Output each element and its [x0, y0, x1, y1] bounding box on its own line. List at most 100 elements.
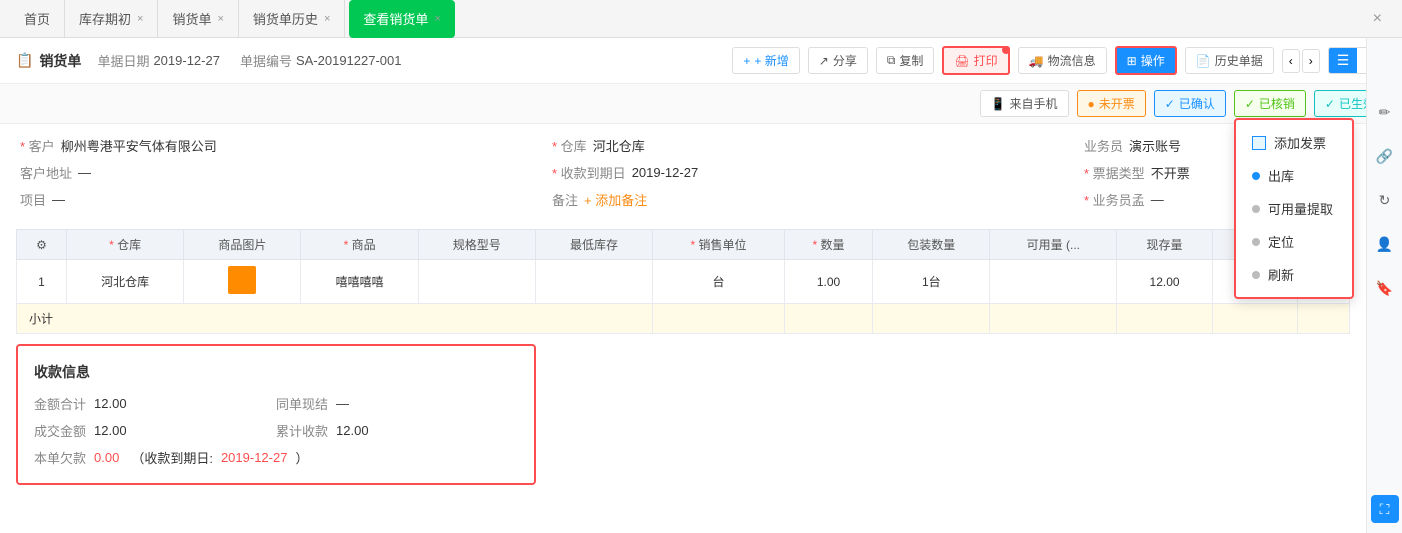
- ticket-type-value: 不开票: [1151, 163, 1190, 182]
- available-qty-item[interactable]: 可用量提取: [1236, 192, 1352, 225]
- not-open-btn[interactable]: ● 未开票: [1077, 90, 1146, 117]
- share-icon: ↗: [819, 54, 829, 68]
- from-phone-btn[interactable]: 📱 来自手机: [980, 90, 1069, 117]
- share-label: 分享: [833, 52, 857, 69]
- add-invoice-item[interactable]: 添加发票: [1236, 126, 1352, 159]
- print-icon: 🖨: [954, 54, 969, 68]
- available-dot: [1252, 205, 1260, 213]
- tab-inventory-init-close[interactable]: ×: [137, 13, 143, 25]
- row-product-img: [184, 260, 301, 304]
- outbound-item[interactable]: 出库: [1236, 159, 1352, 192]
- print-badge: [1002, 46, 1010, 54]
- add-note-button[interactable]: 添加备注: [584, 190, 647, 209]
- cancel-icon: ✓: [1245, 97, 1255, 111]
- available-qty-label: 可用量提取: [1268, 199, 1333, 218]
- new-icon: +: [743, 54, 750, 68]
- refresh-item[interactable]: 刷新: [1236, 258, 1352, 291]
- operations-icon: ⊞: [1127, 54, 1137, 68]
- payment-info-title: 收款信息: [34, 362, 518, 382]
- operations-button[interactable]: ⊞ 操作: [1115, 46, 1177, 75]
- outbound-dot: [1252, 172, 1260, 180]
- tab-inventory-init[interactable]: 库存期初 ×: [65, 0, 158, 38]
- tab-bar: 首页 库存期初 × 销货单 × 销货单历史 × 查看销货单 × ×: [0, 0, 1402, 38]
- tab-sales-history[interactable]: 销货单历史 ×: [239, 0, 345, 38]
- sales-table: ⚙ 仓库 商品图片 商品 规格型号 最低库存 销售单位 数量 包装数量 可用量 …: [16, 229, 1350, 334]
- warehouse-label: 仓库: [552, 136, 587, 155]
- warehouse-value: 河北仓库: [593, 136, 645, 155]
- tab-view-sales-close[interactable]: ×: [434, 13, 440, 25]
- col-available: 可用量 (...: [990, 230, 1117, 260]
- history-label: 历史单据: [1215, 52, 1263, 69]
- payment-date-value: 2019-12-27: [632, 165, 699, 180]
- address-label: 客户地址: [20, 163, 72, 182]
- due-note-close: ）: [295, 448, 308, 467]
- warehouse-field: 仓库 河北仓库: [552, 136, 1084, 155]
- tab-sales-order-close[interactable]: ×: [217, 13, 223, 25]
- row-quantity: 1.00: [784, 260, 872, 304]
- next-arrow[interactable]: ›: [1302, 49, 1320, 73]
- form-row-3: 项目 — 备注 添加备注 业务员孟 —: [20, 190, 1350, 209]
- doc-date-field: 单据日期 2019-12-27: [97, 51, 220, 70]
- tab-home[interactable]: 首页: [10, 0, 65, 38]
- subtotal-label: 小计: [17, 304, 653, 334]
- col-settings[interactable]: ⚙: [17, 230, 67, 260]
- col-spec: 规格型号: [418, 230, 535, 260]
- cumulative-receipt-row: 累计收款 12.00: [276, 421, 518, 440]
- window-close-btn[interactable]: ×: [1363, 10, 1392, 28]
- history-button[interactable]: 📄 历史单据: [1185, 47, 1274, 74]
- copy-button[interactable]: ⧉ 复制: [876, 47, 935, 74]
- salesperson-value: 演示账号: [1129, 136, 1181, 155]
- subtotal-avail: [990, 304, 1117, 334]
- operations-label: 操作: [1141, 52, 1165, 69]
- project-value: —: [52, 192, 65, 207]
- list-view-btn[interactable]: ☰: [1329, 48, 1358, 73]
- print-button[interactable]: 🖨 打印: [942, 46, 1009, 75]
- link-icon[interactable]: 🔗: [1371, 142, 1399, 170]
- address-field: 客户地址 —: [20, 163, 552, 182]
- locate-label: 定位: [1268, 232, 1294, 251]
- transaction-value: 12.00: [94, 423, 127, 438]
- project-field: 项目 —: [20, 190, 552, 209]
- tab-home-label: 首页: [24, 9, 50, 28]
- check-icon: ✓: [1165, 97, 1175, 111]
- row-spec: [418, 260, 535, 304]
- col-product-img: 商品图片: [184, 230, 301, 260]
- doc-header: 📋 销货单 单据日期 2019-12-27 单据编号 SA-20191227-0…: [0, 38, 1402, 84]
- rotate-icon[interactable]: ↻: [1371, 186, 1399, 214]
- due-date-inline: 2019-12-27: [221, 450, 288, 465]
- logistics-icon: 🚚: [1029, 54, 1044, 68]
- subtotal-row: 小计: [17, 304, 1350, 334]
- salesperson2-label: 业务员孟: [1084, 190, 1145, 209]
- subtotal-stock: [1117, 304, 1213, 334]
- tab-view-sales-label: 查看销货单: [363, 9, 428, 28]
- due-note: （收款到期日:: [131, 448, 213, 467]
- new-button[interactable]: + + 新增: [732, 47, 799, 74]
- tab-sales-history-close[interactable]: ×: [324, 13, 330, 25]
- doc-number-label: 单据编号: [240, 51, 292, 70]
- subtotal-amount: [1297, 304, 1349, 334]
- tab-sales-order[interactable]: 销货单 ×: [158, 0, 238, 38]
- doc-date-label: 单据日期: [97, 51, 149, 70]
- col-quantity: 数量: [784, 230, 872, 260]
- doc-title: 📋 销货单: [16, 51, 81, 71]
- logistics-button[interactable]: 🚚 物流信息: [1018, 47, 1107, 74]
- address-value: —: [78, 165, 91, 180]
- share-button[interactable]: ↗ 分享: [808, 47, 868, 74]
- customer-field: 客户 柳州粤港平安气体有限公司: [20, 136, 552, 155]
- doc-number-value: SA-20191227-001: [296, 53, 402, 68]
- row-warehouse: 河北仓库: [67, 260, 184, 304]
- form-row-2: 客户地址 — 收款到期日 2019-12-27 票据类型 不开票: [20, 163, 1350, 182]
- cancelled-btn[interactable]: ✓ 已核销: [1234, 90, 1306, 117]
- customer-value: 柳州粤港平安气体有限公司: [61, 136, 217, 155]
- confirm-btn[interactable]: ✓ 已确认: [1154, 90, 1226, 117]
- expand-icon[interactable]: ⛶: [1371, 495, 1399, 523]
- bookmark-icon[interactable]: 🔖: [1371, 274, 1399, 302]
- prev-arrow[interactable]: ‹: [1282, 49, 1300, 73]
- edit-icon[interactable]: ✏: [1371, 98, 1399, 126]
- cancelled-label: 已核销: [1259, 95, 1295, 112]
- row-available: [990, 260, 1117, 304]
- tab-view-sales[interactable]: 查看销货单 ×: [349, 0, 454, 38]
- locate-item[interactable]: 定位: [1236, 225, 1352, 258]
- user-icon[interactable]: 👤: [1371, 230, 1399, 258]
- ticket-icon: ●: [1088, 97, 1095, 111]
